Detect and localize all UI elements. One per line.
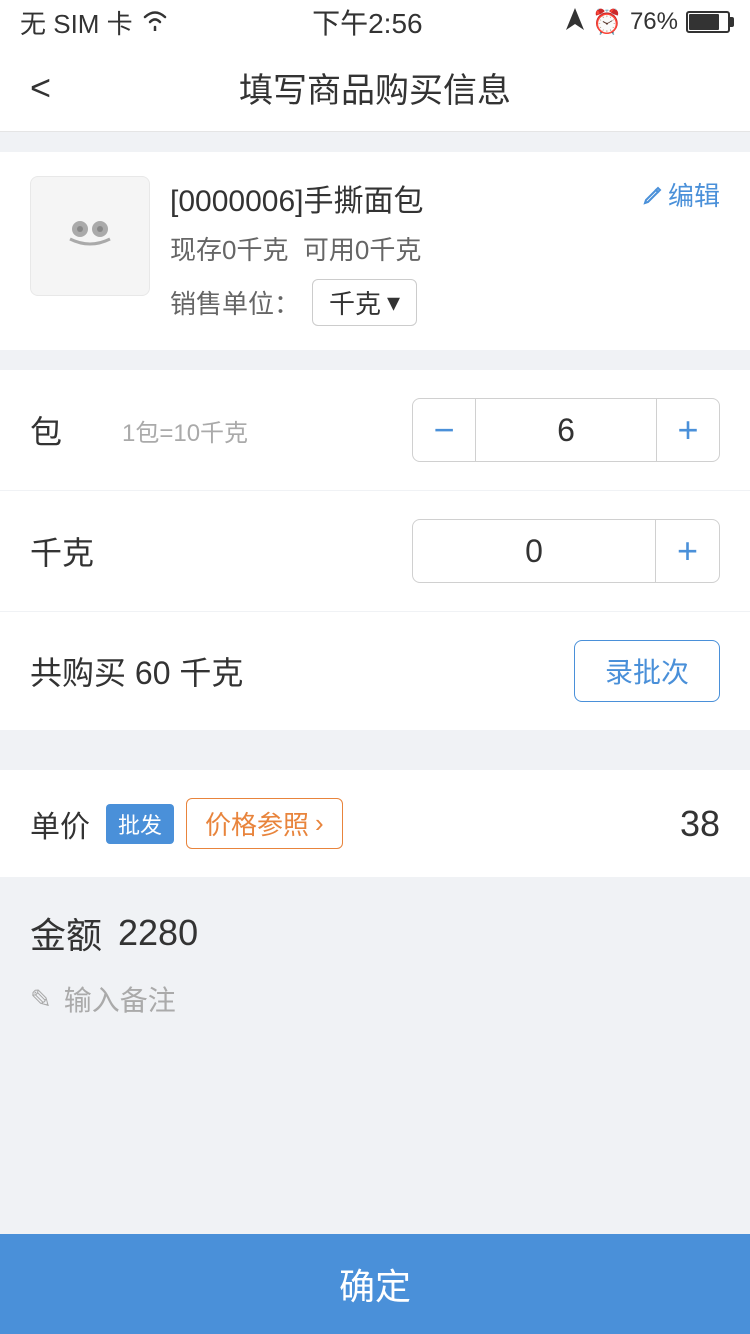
back-button[interactable]: < [30,57,61,119]
edit-button[interactable]: 编辑 [642,176,720,213]
package-qty-control: − + [412,398,720,462]
dropdown-icon: ▾ [387,287,400,318]
page-title: 填写商品购买信息 [239,63,511,112]
remark-row[interactable]: ✎ 输入备注 [30,979,720,1019]
package-hint: 1包=10千克 [122,413,412,448]
remark-placeholder: 输入备注 [64,979,176,1019]
price-ref-label: 价格参照 [205,805,309,842]
section-divider-2 [0,730,750,750]
total-row: 共购买 60 千克 录批次 [0,612,750,730]
amount-section: 金额 2280 ✎ 输入备注 [0,877,750,1039]
chevron-right-icon: › [315,808,324,839]
price-ref-button[interactable]: 价格参照 › [186,798,343,849]
empty-area [0,1039,750,1239]
price-label: 单价 [30,802,90,846]
status-bar: 无 SIM 卡 下午2:56 ⏰ 76% [0,0,750,44]
kilogram-label: 千克 [30,528,110,574]
package-row: 包 1包=10千克 − + [0,370,750,491]
product-thumbnail [30,176,150,296]
package-decrease-button[interactable]: − [412,398,476,462]
product-info: [0000006]手撕面包 编辑 现存0千克 可用0千克 销售单位： 千克 ▾ [170,176,720,326]
price-value: 38 [680,803,720,845]
input-section: 包 1包=10千克 − + 千克 + 共购买 60 千克 录批次 [0,370,750,730]
edit-label: 编辑 [668,176,720,213]
kilogram-row: 千克 + [0,491,750,612]
status-time: 下午2:56 [312,2,423,42]
confirm-button[interactable]: 确定 [0,1234,750,1334]
battery-icon [686,11,730,33]
amount-label: 金额 [30,907,102,959]
product-name: [0000006]手撕面包 [170,176,642,220]
location-icon [566,8,584,37]
kilogram-increase-button[interactable]: + [656,519,720,583]
batch-button[interactable]: 录批次 [574,640,720,702]
status-left: 无 SIM 卡 [20,4,169,41]
kilogram-qty-control: + [412,519,720,583]
product-card: [0000006]手撕面包 编辑 现存0千克 可用0千克 销售单位： 千克 ▾ [0,152,750,350]
battery-percent: 76% [630,8,678,36]
package-qty-input[interactable] [476,398,656,462]
package-increase-button[interactable]: + [656,398,720,462]
price-row: 单价 批发 价格参照 › 38 [0,770,750,877]
price-tag: 批发 [106,804,174,844]
product-stock: 现存0千克 可用0千克 [170,230,720,267]
total-label: 共购买 60 千克 [30,648,574,694]
price-section: 单价 批发 价格参照 › 38 [0,770,750,877]
amount-value: 2280 [118,912,198,954]
kilogram-qty-input[interactable] [412,519,656,583]
nav-bar: < 填写商品购买信息 [0,44,750,132]
remark-icon: ✎ [30,984,52,1015]
wifi-icon [141,7,169,38]
carrier-text: 无 SIM 卡 [20,4,133,41]
status-right: ⏰ 76% [566,8,730,37]
section-divider-1 [0,350,750,370]
package-label: 包 [30,407,110,453]
alarm-icon: ⏰ [592,8,622,37]
amount-row: 金额 2280 [30,907,720,959]
unit-select[interactable]: 千克 ▾ [312,279,417,326]
product-unit-row: 销售单位： 千克 ▾ [170,279,720,326]
